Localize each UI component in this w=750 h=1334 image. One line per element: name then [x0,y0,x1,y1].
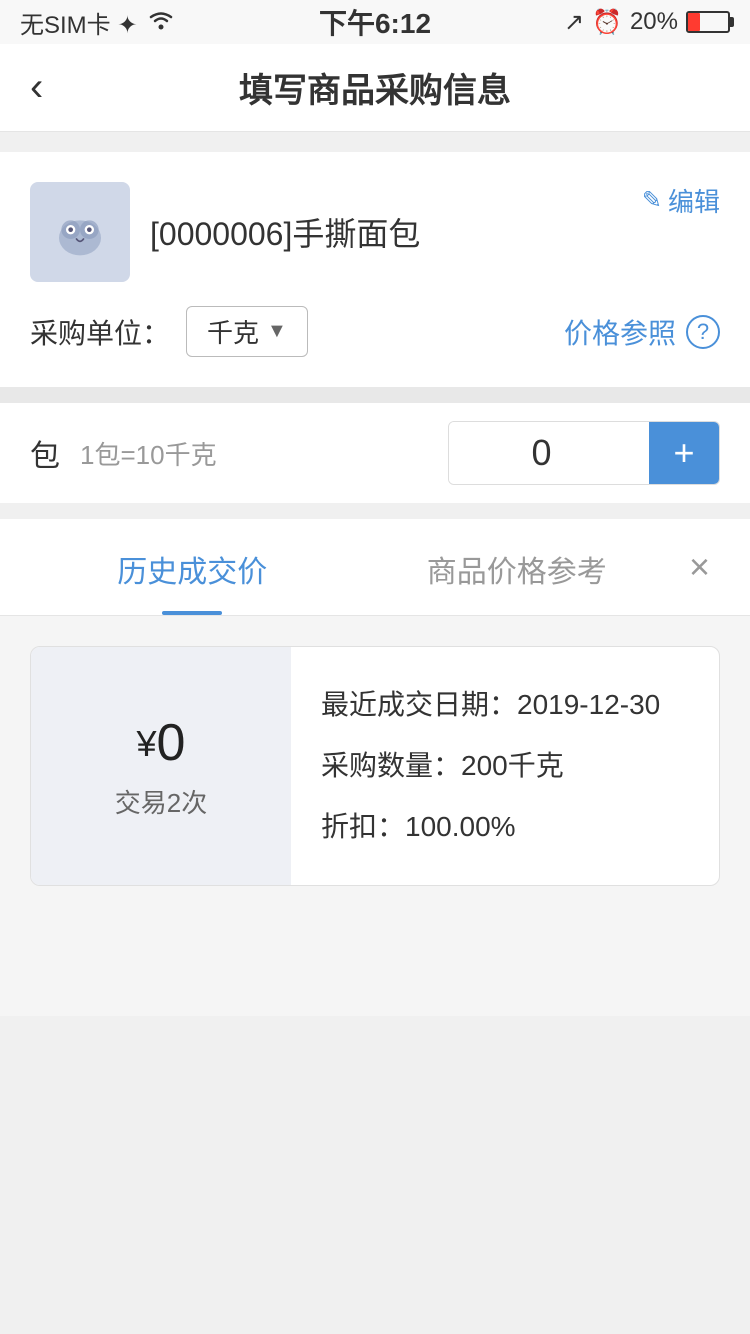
price-reference-button[interactable]: 价格参照 ? [564,312,720,352]
purchase-quantity-row: 采购数量：200千克 [321,744,689,789]
history-price-value: ¥0 [137,713,186,773]
content-area: ¥0 交易2次 最近成交日期：2019-12-30 采购数量：200千克 折扣：… [0,616,750,1016]
chevron-down-icon: ▼ [267,320,287,343]
discount-label: 折扣： [321,811,405,842]
product-top: [0000006]手撕面包 ✎ 编辑 [30,182,720,282]
discount-row: 折扣：100.00% [321,805,689,850]
status-bar: 无SIM卡 ✦ 下午6:12 ↗ ⏰ 20% [0,0,750,44]
alarm-icon: ⏰ [592,8,622,37]
quantity-input-group: + [448,421,720,485]
carrier-text: 无SIM卡 ✦ [20,5,137,40]
recent-date-row: 最近成交日期：2019-12-30 [321,683,689,728]
edit-button[interactable]: ✎ 编辑 [642,182,720,219]
product-card: [0000006]手撕面包 ✎ 编辑 采购单位： 千克 ▼ 价格参照 ? [0,152,750,387]
status-time: 下午6:12 [319,2,431,42]
page-title: 填写商品采购信息 [239,63,511,112]
edit-label: 编辑 [668,182,720,219]
battery-percent: 20% [630,8,678,36]
tab2-label: 商品价格参考 [427,556,607,589]
product-left: [0000006]手撕面包 [30,182,420,282]
recent-date-label: 最近成交日期： [321,689,517,720]
history-price-panel: ¥0 交易2次 [31,647,291,885]
history-trades-count: 交易2次 [115,783,207,820]
product-bottom: 采购单位： 千克 ▼ 价格参照 ? [30,306,720,357]
tab-price-reference[interactable]: 商品价格参考 [354,519,678,615]
history-details-panel: 最近成交日期：2019-12-30 采购数量：200千克 折扣：100.00% [291,647,719,885]
price-ref-label: 价格参照 [564,312,676,352]
purchase-quantity-label: 采购数量： [321,750,461,781]
purchase-quantity-value: 200千克 [461,750,564,781]
help-text: ? [697,319,709,345]
tabs-container: 历史成交价 商品价格参考 × [0,519,750,616]
price-number: 0 [157,714,186,772]
unit-label: 采购单位： [30,312,170,352]
help-icon: ? [686,315,720,349]
status-left: 无SIM卡 ✦ [20,5,175,40]
quantity-plus-button[interactable]: + [649,422,719,484]
wifi-icon [147,8,175,37]
location-icon: ↗ [564,8,584,37]
tab1-label: 历史成交价 [117,556,267,589]
section-divider [0,387,750,403]
quantity-label: 包 [30,431,60,475]
product-image [30,182,130,282]
quantity-row: 包 1包=10千克 + [0,403,750,503]
close-button[interactable]: × [679,536,720,598]
product-name: [0000006]手撕面包 [150,209,420,255]
battery-icon [686,11,730,33]
discount-value: 100.00% [405,811,516,842]
unit-value: 千克 [207,313,259,350]
unit-section: 采购单位： 千克 ▼ [30,306,308,357]
history-card: ¥0 交易2次 最近成交日期：2019-12-30 采购数量：200千克 折扣：… [30,646,720,886]
tab-history-price[interactable]: 历史成交价 [30,519,354,615]
currency-symbol: ¥ [137,723,157,765]
status-right: ↗ ⏰ 20% [564,8,730,37]
back-button[interactable]: ‹ [30,65,63,110]
quantity-input[interactable] [449,422,649,484]
edit-icon: ✎ [642,186,662,215]
unit-dropdown[interactable]: 千克 ▼ [186,306,308,357]
header: ‹ 填写商品采购信息 [0,44,750,132]
quantity-unit-note: 1包=10千克 [80,435,428,472]
recent-date-value: 2019-12-30 [517,689,660,720]
